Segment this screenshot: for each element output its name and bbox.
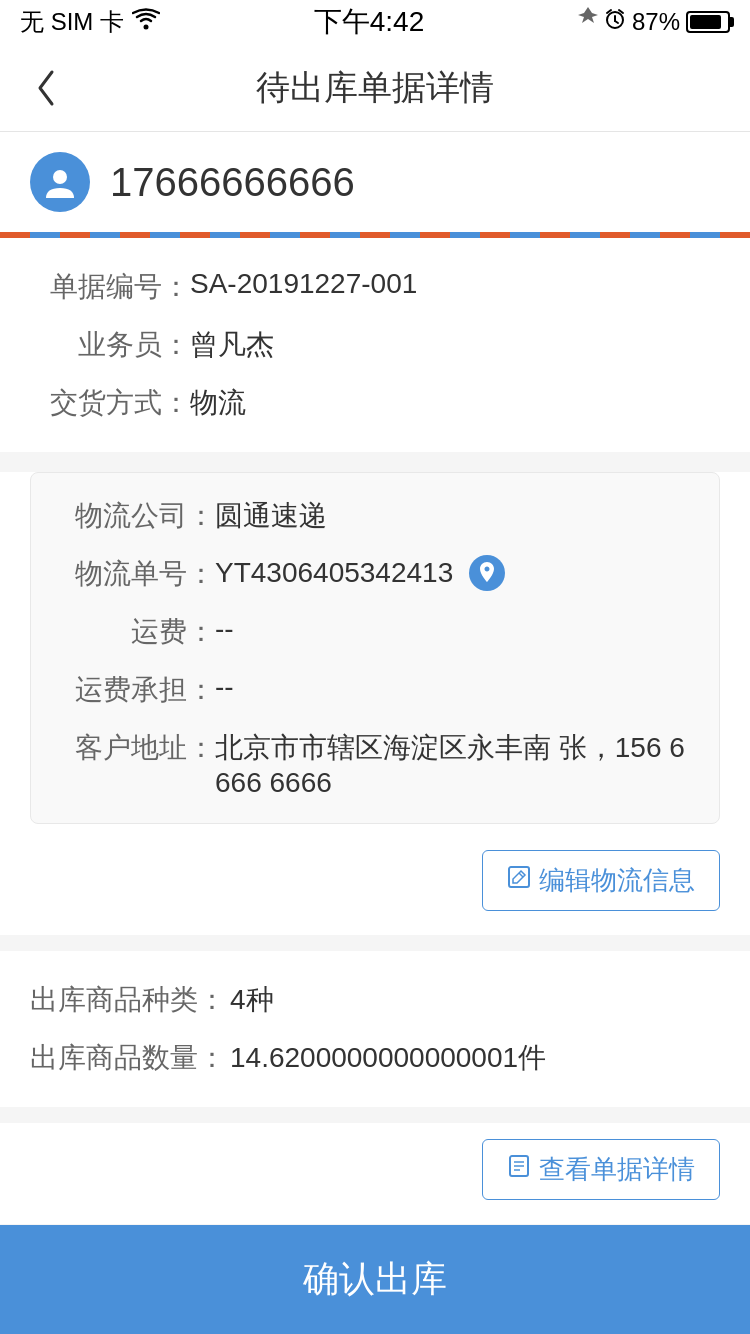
- back-button[interactable]: [24, 66, 68, 110]
- freight-row: 运费： --: [55, 613, 695, 651]
- address-value: 北京市市辖区海淀区永丰南 张，156 6666 6666: [215, 729, 695, 799]
- page-title: 待出库单据详情: [256, 65, 494, 111]
- freight-bearer-label: 运费承担：: [55, 671, 215, 709]
- logistics-company-row: 物流公司： 圆通速递: [55, 497, 695, 535]
- logistics-tracking-label: 物流单号：: [55, 555, 215, 593]
- status-right: 87%: [578, 7, 730, 37]
- order-number-row: 单据编号： SA-20191227-001: [30, 268, 720, 306]
- logistics-tracking-value: YT4306405342413: [215, 555, 695, 591]
- delivery-label: 交货方式：: [30, 384, 190, 422]
- wifi-icon: [132, 8, 160, 36]
- confirm-button[interactable]: 确认出库: [303, 1255, 447, 1304]
- delivery-value: 物流: [190, 384, 720, 422]
- section-divider-1: [0, 935, 750, 951]
- view-detail-row: 查看单据详情: [0, 1123, 750, 1224]
- document-icon: [507, 1154, 531, 1185]
- goods-quantity-row: 出库商品数量： 14.6200000000000001件: [30, 1039, 720, 1077]
- logistics-card: 物流公司： 圆通速递 物流单号： YT4306405342413 运费： --: [30, 472, 720, 824]
- view-detail-button[interactable]: 查看单据详情: [482, 1139, 720, 1200]
- edit-logistics-label: 编辑物流信息: [539, 863, 695, 898]
- nav-bar: 待出库单据详情: [0, 44, 750, 132]
- delivery-row: 交货方式： 物流: [30, 384, 720, 422]
- status-time: 下午4:42: [314, 3, 425, 41]
- logistics-company-value: 圆通速递: [215, 497, 695, 535]
- order-number-label: 单据编号：: [30, 268, 190, 306]
- svg-line-3: [615, 21, 618, 23]
- view-detail-label: 查看单据详情: [539, 1152, 695, 1187]
- svg-point-4: [53, 170, 67, 184]
- battery-icon: [686, 11, 730, 33]
- edit-logistics-button[interactable]: 编辑物流信息: [482, 850, 720, 911]
- goods-type-label: 出库商品种类：: [30, 981, 230, 1019]
- salesman-row: 业务员： 曾凡杰: [30, 326, 720, 364]
- svg-rect-5: [509, 867, 529, 887]
- logistics-tracking-row: 物流单号： YT4306405342413: [55, 555, 695, 593]
- logistics-company-label: 物流公司：: [55, 497, 215, 535]
- order-info-section: 单据编号： SA-20191227-001 业务员： 曾凡杰 交货方式： 物流: [0, 238, 750, 452]
- tracking-number: YT4306405342413: [215, 557, 453, 589]
- battery-percent: 87%: [632, 8, 680, 36]
- tracking-location-icon[interactable]: [469, 555, 505, 591]
- freight-value: --: [215, 613, 695, 645]
- goods-type-value: 4种: [230, 981, 274, 1019]
- address-row: 客户地址： 北京市市辖区海淀区永丰南 张，156 6666 6666: [55, 729, 695, 799]
- address-label: 客户地址：: [55, 729, 215, 767]
- freight-label: 运费：: [55, 613, 215, 651]
- carrier-label: 无 SIM 卡: [20, 6, 124, 38]
- salesman-label: 业务员：: [30, 326, 190, 364]
- goods-type-row: 出库商品种类： 4种: [30, 981, 720, 1019]
- status-bar: 无 SIM 卡 下午4:42 87: [0, 0, 750, 44]
- goods-quantity-label: 出库商品数量：: [30, 1039, 230, 1077]
- alarm-status-icon: [604, 8, 626, 36]
- logistics-section: 物流公司： 圆通速递 物流单号： YT4306405342413 运费： --: [0, 472, 750, 935]
- user-phone: 17666666666: [110, 160, 355, 205]
- edit-btn-row: 编辑物流信息: [0, 834, 750, 935]
- salesman-value: 曾凡杰: [190, 326, 720, 364]
- svg-point-0: [144, 25, 149, 30]
- freight-bearer-row: 运费承担： --: [55, 671, 695, 709]
- edit-icon: [507, 865, 531, 896]
- location-status-icon: [578, 7, 598, 37]
- freight-bearer-value: --: [215, 671, 695, 703]
- user-header: 17666666666: [0, 132, 750, 232]
- goods-quantity-value: 14.6200000000000001件: [230, 1039, 546, 1077]
- goods-section: 出库商品种类： 4种 出库商品数量： 14.6200000000000001件: [0, 951, 750, 1107]
- status-left: 无 SIM 卡: [20, 6, 160, 38]
- avatar: [30, 152, 90, 212]
- svg-line-6: [519, 873, 523, 877]
- confirm-btn-container: 确认出库: [0, 1225, 750, 1334]
- order-number-value: SA-20191227-001: [190, 268, 720, 300]
